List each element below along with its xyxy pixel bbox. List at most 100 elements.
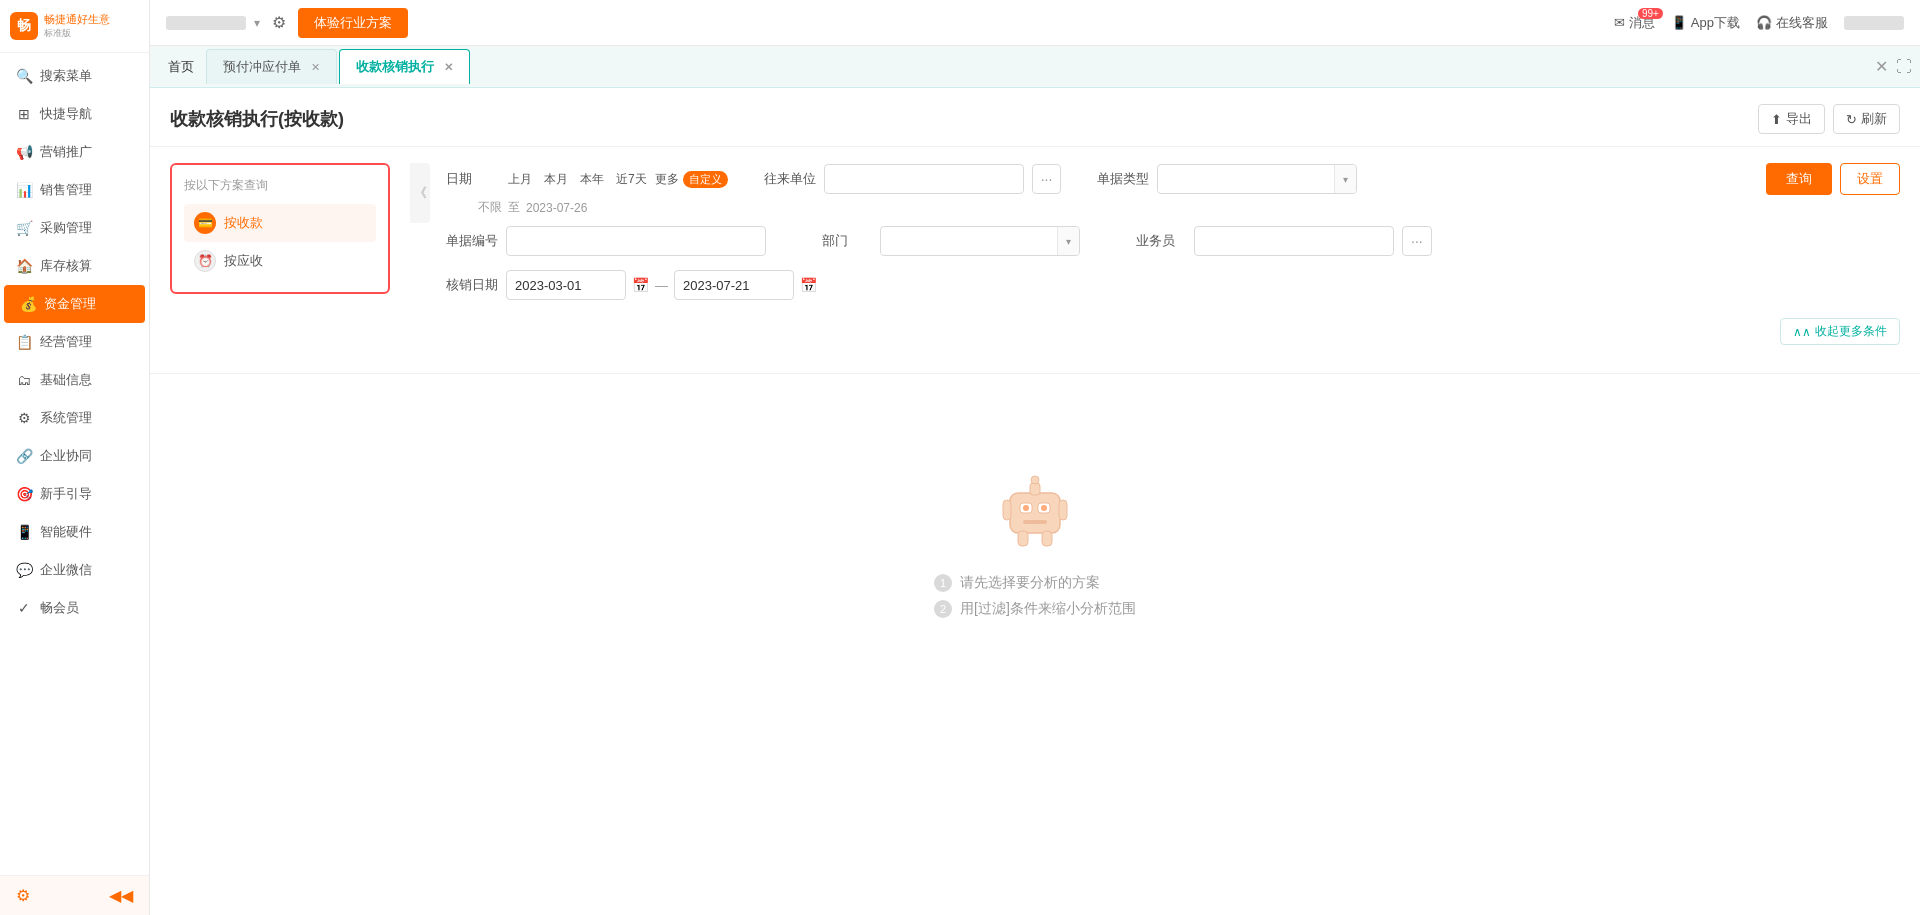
logo-text: 畅捷通好生意 [44, 12, 110, 26]
sidebar-item-purchase[interactable]: 🛒 采购管理 [0, 209, 149, 247]
collapse-sidebar-icon[interactable]: ◀◀ [109, 886, 133, 905]
page-title: 收款核销执行(按收款) [170, 107, 344, 131]
sidebar-item-quicknav[interactable]: ⊞ 快捷导航 [0, 95, 149, 133]
app-download-button[interactable]: 📱 App下载 [1671, 14, 1740, 32]
sidebar-item-member[interactable]: ✓ 畅会员 [0, 589, 149, 627]
filter-option-by-receivable[interactable]: ⏰ 按应收 [184, 242, 376, 280]
refresh-button[interactable]: ↻ 刷新 [1833, 104, 1900, 134]
sidebar-item-search[interactable]: 🔍 搜索菜单 [0, 57, 149, 95]
filter-option-by-receipt[interactable]: 💳 按收款 [184, 204, 376, 242]
dept-arrow-icon[interactable]: ▾ [1057, 227, 1079, 255]
solution-button[interactable]: 体验行业方案 [298, 8, 408, 38]
export-button[interactable]: ⬆ 导出 [1758, 104, 1825, 134]
filter-area: 按以下方案查询 💳 按收款 ⏰ 按应收 《 [150, 147, 1920, 369]
date-no-limit-row: 不限 至 2023-07-26 [478, 199, 1900, 216]
page-header: 收款核销执行(按收款) ⬆ 导出 ↻ 刷新 [150, 88, 1920, 147]
sidebar-item-sales[interactable]: 📊 销售管理 [0, 171, 149, 209]
doctype-arrow-icon[interactable]: ▾ [1334, 165, 1356, 193]
filter-option-by-receipt-label: 按收款 [224, 214, 263, 232]
tab-prepay-close-icon[interactable]: ✕ [311, 61, 320, 74]
filter-collapse-button[interactable]: 《 [410, 163, 430, 223]
tab-prepay[interactable]: 预付冲应付单 ✕ [206, 49, 337, 84]
date-btn-lastmonth[interactable]: 上月 [504, 169, 536, 190]
tab-home[interactable]: 首页 [158, 50, 204, 84]
empty-hint-2: 2 用[过滤]条件来缩小分析范围 [934, 600, 1136, 618]
sidebar-item-label: 企业微信 [40, 561, 92, 579]
sidebar-item-label: 智能硬件 [40, 523, 92, 541]
doctype-label: 单据类型 [1097, 170, 1149, 188]
docno-label: 单据编号 [446, 232, 498, 250]
sidebar-item-management[interactable]: 📋 经营管理 [0, 323, 149, 361]
filter-scheme-box: 按以下方案查询 💳 按收款 ⏰ 按应收 [170, 163, 390, 294]
empty-illustration [985, 458, 1085, 558]
partner-ellipsis-button[interactable]: ··· [1032, 164, 1062, 194]
svg-point-3 [1023, 505, 1029, 511]
query-button[interactable]: 查询 [1766, 163, 1832, 195]
date-custom-badge[interactable]: 自定义 [683, 171, 728, 188]
sidebar-item-marketing[interactable]: 📢 营销推广 [0, 133, 149, 171]
doctype-input[interactable] [1158, 167, 1334, 192]
partner-field: 往来单位 ··· [764, 164, 1062, 194]
partner-input[interactable] [824, 164, 1024, 194]
date-value-label: 2023-07-26 [526, 201, 587, 215]
verify-date-end-calendar-icon[interactable]: 📅 [800, 277, 817, 293]
tab-receipts-label: 收款核销执行 [356, 58, 434, 76]
collab-icon: 🔗 [16, 448, 32, 464]
dept-select[interactable]: ▾ [880, 226, 1080, 256]
date-btn-more[interactable]: 更多 [655, 171, 679, 188]
user-avatar[interactable] [1844, 16, 1904, 30]
sidebar-item-basic[interactable]: 🗂 基础信息 [0, 361, 149, 399]
staff-label: 业务员 [1136, 232, 1186, 250]
date-btn-thismonth[interactable]: 本月 [540, 169, 572, 190]
collapse-conditions-row: ∧∧ 收起更多条件 [446, 314, 1900, 353]
docno-input[interactable] [506, 226, 766, 256]
sidebar-item-label: 经营管理 [40, 333, 92, 351]
svg-rect-0 [1010, 493, 1060, 533]
date-btn-7days[interactable]: 近7天 [612, 169, 651, 190]
date-field: 日期 上月 本月 本年 近7天 更多 自定义 [446, 169, 728, 190]
filter-box-title: 按以下方案查询 [184, 177, 376, 194]
docno-field: 单据编号 [446, 226, 766, 256]
hint-num-1: 1 [934, 574, 952, 592]
staff-input[interactable] [1194, 226, 1394, 256]
verify-date-start-calendar-icon[interactable]: 📅 [632, 277, 649, 293]
dept-input[interactable] [881, 229, 1057, 254]
doctype-select[interactable]: ▾ [1157, 164, 1357, 194]
sidebar-item-collab[interactable]: 🔗 企业协同 [0, 437, 149, 475]
verify-date-end-input[interactable] [674, 270, 794, 300]
page-content: 收款核销执行(按收款) ⬆ 导出 ↻ 刷新 按以下方案查询 💳 [150, 88, 1920, 915]
sidebar-nav: 🔍 搜索菜单 ⊞ 快捷导航 📢 营销推广 📊 销售管理 🛒 采购管理 🏠 库存核… [0, 53, 149, 875]
sidebar-item-inventory[interactable]: 🏠 库存核算 [0, 247, 149, 285]
message-button[interactable]: ✉ 消息 99+ [1614, 14, 1655, 32]
svg-point-7 [1031, 476, 1039, 484]
tab-receipts-close-icon[interactable]: ✕ [444, 61, 453, 74]
staff-ellipsis-button[interactable]: ··· [1402, 226, 1432, 256]
tab-expand-icon[interactable]: ⛶ [1896, 58, 1912, 76]
svg-rect-11 [1042, 531, 1052, 546]
quicknav-icon: ⊞ [16, 106, 32, 122]
sidebar-item-guide[interactable]: 🎯 新手引导 [0, 475, 149, 513]
sidebar-item-wxwork[interactable]: 💬 企业微信 [0, 551, 149, 589]
tab-receipts[interactable]: 收款核销执行 ✕ [339, 49, 470, 84]
sidebar-item-finance[interactable]: 💰 资金管理 [4, 285, 145, 323]
sidebar-item-label: 快捷导航 [40, 105, 92, 123]
tab-close-all-icon[interactable]: ✕ [1875, 57, 1888, 76]
collapse-conditions-button[interactable]: ∧∧ 收起更多条件 [1780, 318, 1900, 345]
chevron-down-icon: ▾ [254, 16, 260, 30]
topbar-gear-icon[interactable]: ⚙ [272, 13, 286, 32]
sidebar-item-hardware[interactable]: 📱 智能硬件 [0, 513, 149, 551]
app-download-label: App下载 [1691, 14, 1740, 32]
query-row-1: 日期 上月 本月 本年 近7天 更多 自定义 往来单位 [446, 163, 1900, 195]
sidebar-item-system[interactable]: ⚙ 系统管理 [0, 399, 149, 437]
date-btn-thisyear[interactable]: 本年 [576, 169, 608, 190]
sidebar-item-label: 采购管理 [40, 219, 92, 237]
verify-date-label: 核销日期 [446, 276, 498, 294]
online-service-button[interactable]: 🎧 在线客服 [1756, 14, 1828, 32]
topbar-right: ✉ 消息 99+ 📱 App下载 🎧 在线客服 [1614, 14, 1904, 32]
verify-date-start-input[interactable] [506, 270, 626, 300]
hardware-icon: 📱 [16, 524, 32, 540]
settings-icon[interactable]: ⚙ [16, 886, 30, 905]
online-service-label: 在线客服 [1776, 14, 1828, 32]
sidebar-item-label: 基础信息 [40, 371, 92, 389]
settings-button[interactable]: 设置 [1840, 163, 1900, 195]
